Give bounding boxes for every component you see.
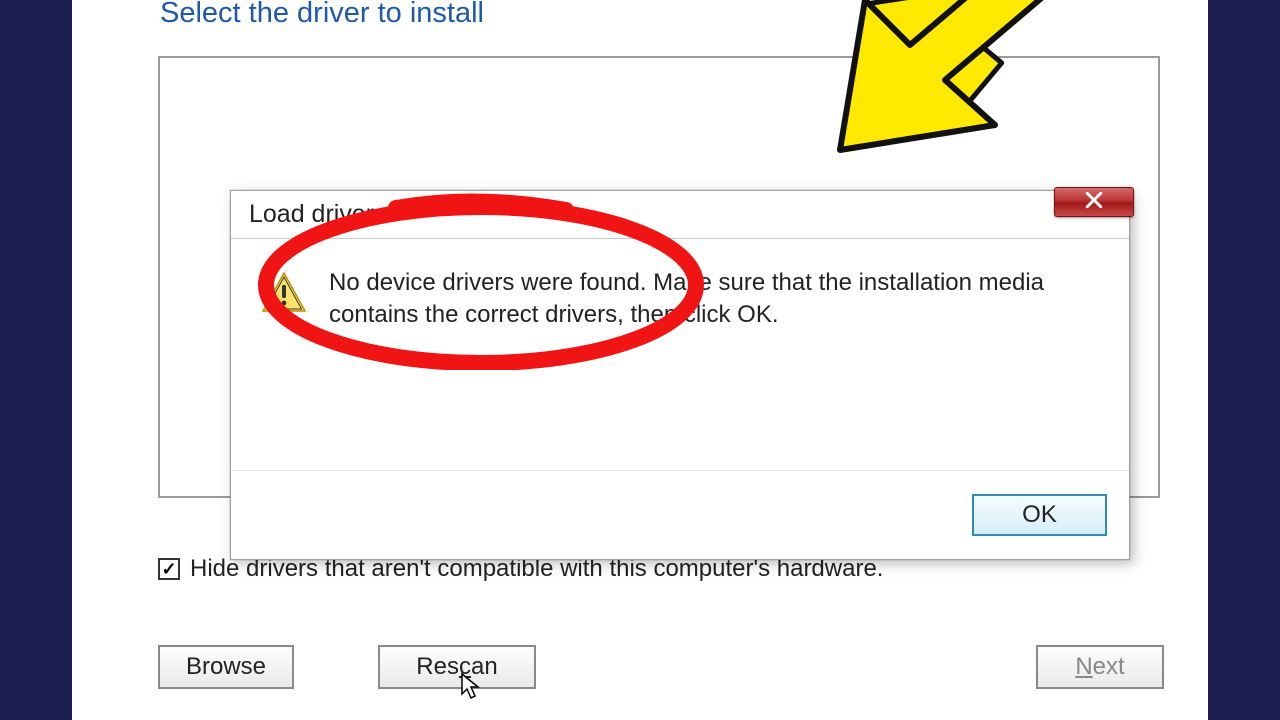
hide-drivers-checkbox[interactable]: ✓ (158, 558, 180, 580)
browse-button[interactable]: Browse (158, 645, 294, 689)
ok-button[interactable]: OK (972, 494, 1107, 536)
dialog-title: Load driver (249, 200, 374, 229)
dialog-message: No device drivers were found. Make sure … (329, 267, 1099, 470)
dialog-body: No device drivers were found. Make sure … (231, 239, 1129, 471)
browse-button-label: Browse (186, 653, 266, 681)
dialog-footer: OK (231, 471, 1129, 559)
load-driver-dialog: Load driver No device drivers were found… (230, 190, 1130, 560)
next-button[interactable]: Next (1036, 645, 1164, 689)
next-button-label: Next (1075, 653, 1124, 681)
rescan-button[interactable]: Rescan (378, 645, 536, 689)
ok-button-label: OK (1022, 501, 1057, 529)
page-title: Select the driver to install (160, 0, 484, 30)
close-icon (1085, 191, 1103, 214)
rescan-button-label: Rescan (416, 653, 497, 681)
warning-icon (261, 271, 307, 313)
close-button[interactable] (1054, 187, 1134, 217)
dialog-titlebar: Load driver (231, 191, 1129, 239)
